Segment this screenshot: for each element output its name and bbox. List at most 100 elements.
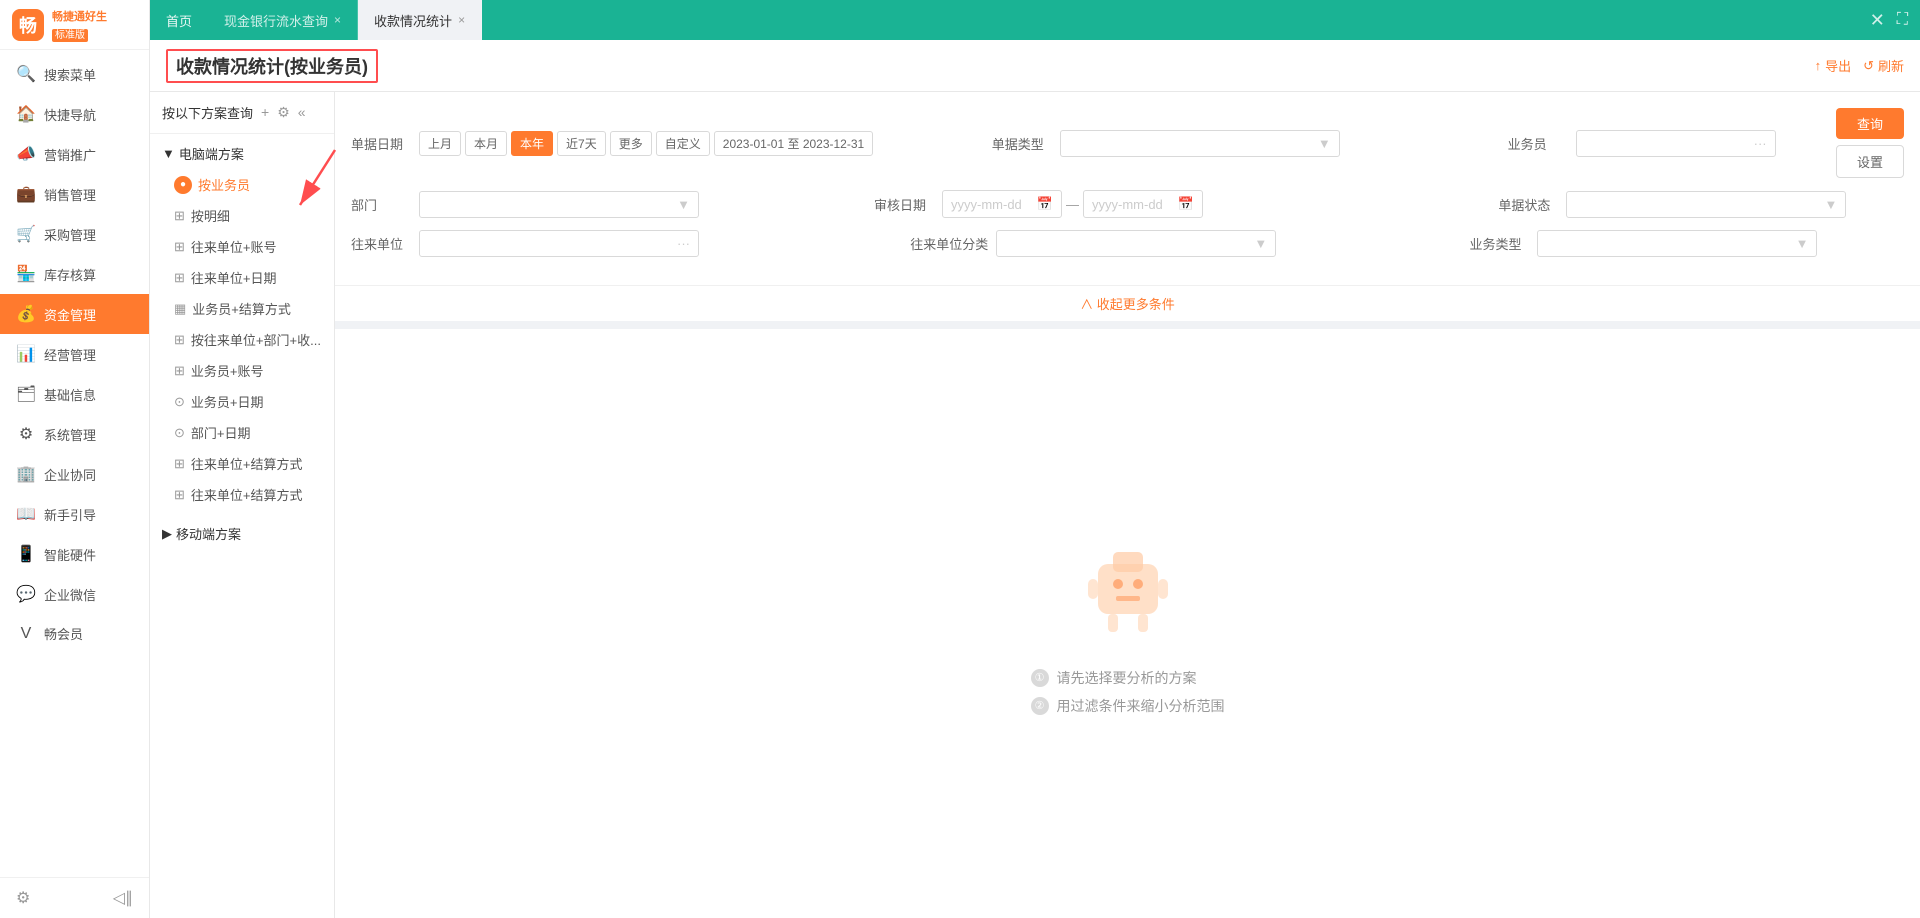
scheme-desktop-group: ▼ 电脑端方案 ● 按业务员 ⊞ 按明细 ⊞ 往来单位+账号 ⊞ 往来单位+ — [150, 134, 334, 514]
category-label: 单据类型 — [992, 134, 1052, 153]
more-icon: ··· — [677, 236, 690, 251]
form-row-2: 部门 ▼ 审核日期 yyyy-mm-dd 📅 — [351, 190, 1904, 218]
sidebar-item-label: 资金管理 — [44, 305, 96, 324]
sidebar-item-finance[interactable]: 💰 资金管理 — [0, 294, 149, 334]
refresh-button[interactable]: ↺ 刷新 — [1863, 56, 1904, 75]
sidebar-item-guide[interactable]: 📖 新手引导 — [0, 494, 149, 534]
scheme-item-salesperson[interactable]: ● 按业务员 — [150, 169, 334, 200]
chevron-down-icon: ▼ — [1825, 197, 1838, 212]
collapse-bar[interactable]: ∧ 收起更多条件 — [335, 285, 1920, 321]
window-expand-icon[interactable]: ⛶ — [1897, 11, 1908, 29]
search-icon: 🔍 — [16, 64, 36, 84]
doc-status-label: 单据状态 — [1498, 195, 1558, 214]
partner-cat-label: 往来单位分类 — [910, 234, 988, 253]
scheme-icon: ⊞ — [174, 239, 185, 255]
tip-num-2: ② — [1031, 697, 1049, 715]
scheme-settings-btn[interactable]: ⚙ — [275, 102, 292, 123]
scheme-detail-icon: ⊞ — [174, 208, 185, 224]
scheme-icon: ⊙ — [174, 425, 185, 441]
marketing-icon: 📣 — [16, 144, 36, 164]
scheme-item-detail[interactable]: ⊞ 按明细 — [150, 200, 334, 231]
date-btn-more[interactable]: 更多 — [610, 131, 652, 156]
quicknav-icon: 🏠 — [16, 104, 36, 124]
tab-collection[interactable]: 收款情况统计 × — [358, 0, 482, 40]
tab-cashflow-close[interactable]: × — [334, 13, 341, 27]
sales-icon: 💼 — [16, 184, 36, 204]
sidebar-item-sales[interactable]: 💼 销售管理 — [0, 174, 149, 214]
sidebar-item-basic[interactable]: 🗂 基础信息 — [0, 374, 149, 414]
settings-bottom-icon[interactable]: ⚙ — [16, 888, 30, 908]
sidebar-item-vip[interactable]: V 畅会员 — [0, 614, 149, 653]
scheme-desktop-label: 电脑端方案 — [179, 144, 244, 163]
scheme-icon: ⊞ — [174, 270, 185, 286]
scheme-item-salesperson-account[interactable]: ⊞ 业务员+账号 — [150, 355, 334, 386]
scheme-item-label: 按明细 — [191, 206, 230, 225]
sidebar-item-system[interactable]: ⚙ 系统管理 — [0, 414, 149, 454]
scheme-item-label: 部门+日期 — [191, 423, 251, 442]
scheme-item-partner-date[interactable]: ⊞ 往来单位+日期 — [150, 262, 334, 293]
empty-illustration — [1068, 524, 1188, 644]
audit-date-to[interactable]: yyyy-mm-dd 📅 — [1083, 190, 1203, 218]
scheme-icon: ⊞ — [174, 487, 185, 503]
empty-tips: ① 请先选择要分析的方案 ② 用过滤条件来缩小分析范围 — [1031, 668, 1225, 724]
audit-date-field: 审核日期 yyyy-mm-dd 📅 — yyyy-mm-dd 📅 — [874, 190, 1482, 218]
dept-select[interactable]: ▼ — [419, 191, 699, 218]
sidebar-item-label: 采购管理 — [44, 225, 96, 244]
biz-type-select[interactable]: ▼ — [1537, 230, 1817, 257]
partner-cat-select[interactable]: ▼ — [996, 230, 1276, 257]
window-close-icon[interactable]: ✕ — [1870, 10, 1885, 31]
tab-cashflow[interactable]: 现金银行流水查询 × — [208, 0, 358, 40]
scheme-item-partner-account[interactable]: ⊞ 往来单位+账号 — [150, 231, 334, 262]
sidebar-item-wechat[interactable]: 💬 企业微信 — [0, 574, 149, 614]
sidebar-item-label: 销售管理 — [44, 185, 96, 204]
sidebar-item-search[interactable]: 🔍 搜索菜单 — [0, 54, 149, 94]
scheme-mobile-group-title[interactable]: ▶ 移动端方案 — [150, 518, 334, 549]
chevron-down-icon: ▼ — [677, 197, 690, 212]
category-select[interactable]: ▼ — [1060, 130, 1340, 157]
basic-icon: 🗂 — [16, 384, 36, 404]
query-panel: 单据日期 上月 本月 本年 近7天 更多 自定义 2023-01-01 至 20… — [335, 92, 1920, 918]
salesperson-select[interactable]: ··· — [1576, 130, 1776, 157]
date-btn-this-month[interactable]: 本月 — [465, 131, 507, 156]
scheme-item-label: 按业务员 — [198, 175, 250, 194]
date-btn-this-year[interactable]: 本年 — [511, 131, 553, 156]
scheme-desktop-group-title[interactable]: ▼ 电脑端方案 — [150, 138, 334, 169]
salesperson-label: 业务员 — [1508, 134, 1568, 153]
audit-date-from[interactable]: yyyy-mm-dd 📅 — [942, 190, 1062, 218]
sidebar-item-quicknav[interactable]: 🏠 快捷导航 — [0, 94, 149, 134]
scheme-item-label: 往来单位+结算方式 — [191, 485, 303, 504]
sidebar-item-hardware[interactable]: 📱 智能硬件 — [0, 534, 149, 574]
scheme-item-partner-settle2[interactable]: ⊞ 往来单位+结算方式 — [150, 479, 334, 510]
scheme-item-salesperson-date[interactable]: ⊙ 业务员+日期 — [150, 386, 334, 417]
sidebar-item-inventory[interactable]: 🏪 库存核算 — [0, 254, 149, 294]
partner-field: 往来单位 ··· — [351, 230, 894, 257]
sidebar-item-label: 企业微信 — [44, 585, 96, 604]
tab-collection-close[interactable]: × — [458, 13, 465, 27]
sidebar-logo: 畅 畅捷通好生 标准版 — [0, 0, 149, 50]
scheme-item-partner-settle1[interactable]: ⊞ 往来单位+结算方式 — [150, 448, 334, 479]
query-form: 单据日期 上月 本月 本年 近7天 更多 自定义 2023-01-01 至 20… — [335, 92, 1920, 285]
date-range-text: 2023-01-01 至 2023-12-31 — [723, 135, 864, 152]
export-label: 导出 — [1825, 56, 1851, 75]
query-button[interactable]: 查询 — [1836, 108, 1904, 139]
scheme-collapse-btn[interactable]: « — [296, 102, 308, 123]
doc-status-select[interactable]: ▼ — [1566, 191, 1846, 218]
date-btn-custom[interactable]: 自定义 — [656, 131, 710, 156]
dept-field: 部门 ▼ — [351, 191, 858, 218]
partner-select[interactable]: ··· — [419, 230, 699, 257]
sidebar-item-purchase[interactable]: 🛒 采购管理 — [0, 214, 149, 254]
scheme-item-partner-dept[interactable]: ⊞ 按往来单位+部门+收... — [150, 324, 334, 355]
sidebar-item-operations[interactable]: 📊 经营管理 — [0, 334, 149, 374]
sidebar-item-marketing[interactable]: 📣 营销推广 — [0, 134, 149, 174]
date-btn-last-month[interactable]: 上月 — [419, 131, 461, 156]
date-separator: — — [1066, 197, 1079, 212]
scheme-item-salesperson-settle[interactable]: ▦ 业务员+结算方式 — [150, 293, 334, 324]
date-btn-7days[interactable]: 近7天 — [557, 131, 606, 156]
scheme-add-btn[interactable]: + — [259, 102, 271, 123]
export-button[interactable]: ↑ 导出 — [1815, 56, 1852, 75]
sidebar-item-enterprise[interactable]: 🏢 企业协同 — [0, 454, 149, 494]
tab-home[interactable]: 首页 — [150, 0, 208, 40]
collapse-sidebar-btn[interactable]: ◁∥ — [113, 888, 133, 908]
settings-button[interactable]: 设置 — [1836, 145, 1904, 178]
scheme-item-dept-date[interactable]: ⊙ 部门+日期 — [150, 417, 334, 448]
